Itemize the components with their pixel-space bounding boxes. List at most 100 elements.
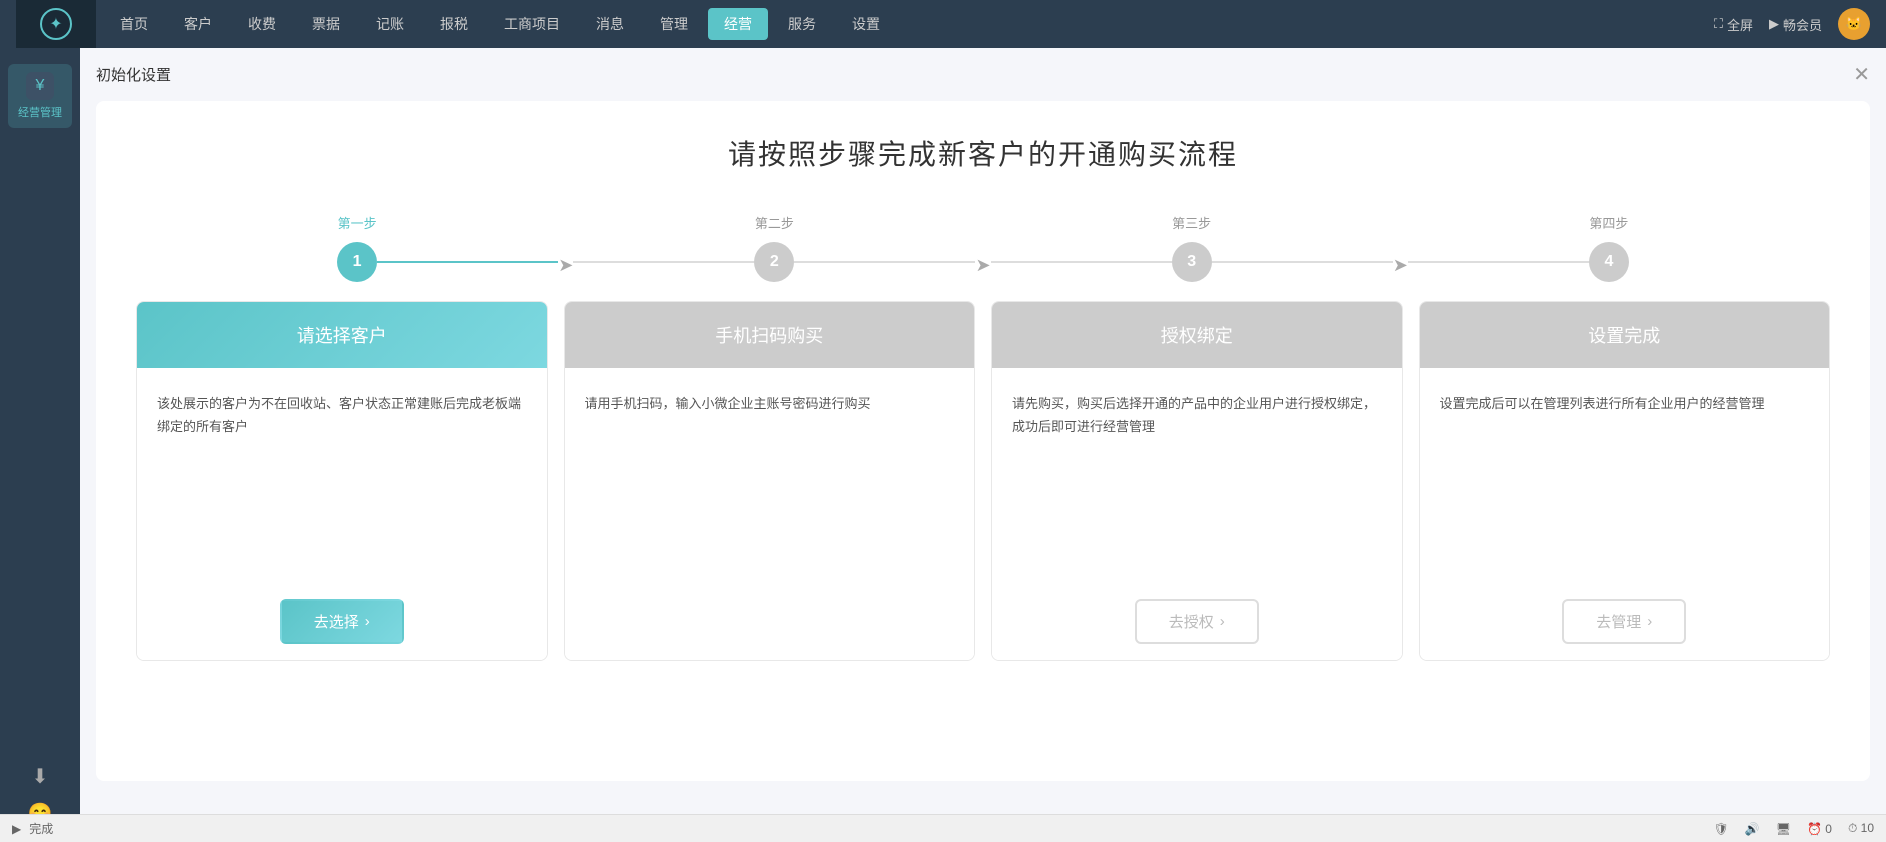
go-authorize-label: 去授权 [1169, 611, 1214, 632]
card-3-footer: 去授权 › [992, 583, 1402, 660]
go-select-arrow: › [365, 613, 370, 630]
step-1-label: 第一步 [338, 213, 377, 232]
main-content: 初始化设置 ✕ 请按照步骤完成新客户的开通购买流程 第一步 1 [80, 48, 1886, 842]
nav-settings[interactable]: 设置 [836, 8, 896, 40]
nav-service[interactable]: 服务 [772, 8, 832, 40]
card-3-header: 授权绑定 [992, 302, 1402, 368]
card-step-2: 手机扫码购买 请用手机扫码，输入小微企业主账号密码进行购买 [564, 301, 976, 661]
nav-tax[interactable]: 报税 [424, 8, 484, 40]
page-title: 初始化设置 [96, 64, 171, 85]
card-1-text: 该处展示的客户为不在回收站、客户状态正常建账后完成老板端绑定的所有客户 [157, 396, 521, 434]
card-1-header: 请选择客户 [137, 302, 547, 368]
nav-bookkeeping[interactable]: 记账 [360, 8, 420, 40]
nav-message[interactable]: 消息 [580, 8, 640, 40]
timer-10: ⏱ 10 [1848, 821, 1874, 836]
fullscreen-label: 全屏 [1727, 15, 1753, 34]
connector-2a [573, 261, 754, 263]
nav-operation[interactable]: 经营 [708, 8, 768, 40]
fullscreen-button[interactable]: ⛶ 全屏 [1714, 15, 1753, 34]
nav-fee[interactable]: 收费 [232, 8, 292, 40]
avatar[interactable]: 🐱 [1838, 8, 1870, 40]
card-1-footer: 去选择 › [137, 583, 547, 660]
go-manage-arrow: › [1647, 613, 1652, 630]
arrow-2: ➤ [975, 213, 990, 285]
card-2-body: 请用手机扫码，输入小微企业主账号密码进行购买 [565, 368, 975, 628]
go-select-label: 去选择 [314, 611, 359, 632]
main-layout: ¥ 经营管理 ⬇ 😊 初始化设置 ✕ 请按照步骤完成新客户的开通购买流程 第一步 [0, 48, 1886, 842]
connector-1 [377, 261, 558, 263]
avatar-icon: 🐱 [1846, 16, 1862, 32]
status-text: 完成 [29, 820, 53, 837]
close-button[interactable]: ✕ [1853, 65, 1870, 85]
card-step-4: 设置完成 设置完成后可以在管理列表进行所有企业用户的经营管理 去管理 › [1419, 301, 1831, 661]
card-1-title: 请选择客户 [297, 326, 387, 346]
card-2-title: 手机扫码购买 [715, 326, 823, 346]
sidebar: ¥ 经营管理 ⬇ 😊 [0, 48, 80, 842]
step-3-circle-row: 3 [991, 242, 1393, 282]
go-authorize-arrow: › [1220, 613, 1225, 630]
arrow-1: ➤ [558, 213, 573, 285]
sidebar-item-operation[interactable]: ¥ 经营管理 [8, 64, 72, 128]
go-manage-button[interactable]: 去管理 › [1562, 599, 1686, 644]
card-1-body: 该处展示的客户为不在回收站、客户状态正常建账后完成老板端绑定的所有客户 [137, 368, 547, 583]
card-4-header: 设置完成 [1420, 302, 1830, 368]
card-2-text: 请用手机扫码，输入小微企业主账号密码进行购买 [585, 396, 871, 411]
step-2-header: 第二步 2 [573, 213, 975, 285]
vip-label: 畅会员 [1783, 15, 1822, 34]
fullscreen-icon: ⛶ [1714, 16, 1723, 32]
step-1-header: 第一步 1 [156, 213, 558, 285]
step-2-circle-row: 2 [573, 242, 975, 282]
cards-row: 请选择客户 该处展示的客户为不在回收站、客户状态正常建账后完成老板端绑定的所有客… [136, 301, 1830, 661]
step-4-header: 第四步 4 [1408, 213, 1810, 285]
app-logo: ✦ [40, 8, 72, 40]
card-4-title: 设置完成 [1588, 326, 1660, 346]
step-3-header: 第三步 3 [991, 213, 1393, 285]
step-4-number: 4 [1589, 242, 1629, 282]
top-navigation: ✦ 首页 客户 收费 票据 记账 报税 工商项目 消息 管理 经营 服务 设置 … [0, 0, 1886, 48]
step-2-label: 第二步 [755, 213, 794, 232]
arrow-3: ➤ [1393, 213, 1408, 285]
operation-icon: ¥ [26, 72, 54, 100]
status-bar-right: 🛡 🔊 🖥 ⏰ 0 ⏱ 10 [1714, 821, 1874, 836]
download-icon[interactable]: ⬇ [32, 764, 49, 789]
card-3-title: 授权绑定 [1161, 326, 1233, 346]
nav-right: ⛶ 全屏 ▶ 畅会员 🐱 [1714, 8, 1870, 40]
card-2-header: 手机扫码购买 [565, 302, 975, 368]
step-2-number: 2 [754, 242, 794, 282]
go-authorize-button[interactable]: 去授权 › [1135, 599, 1259, 644]
steps-container: 请按照步骤完成新客户的开通购买流程 第一步 1 ➤ [96, 101, 1870, 781]
logo-area: ✦ [16, 0, 96, 48]
timer-0: ⏰ 0 [1807, 822, 1832, 836]
steps-track: 第一步 1 ➤ 第二步 [136, 213, 1830, 285]
steps-heading: 请按照步骤完成新客户的开通购买流程 [136, 133, 1830, 173]
card-4-body: 设置完成后可以在管理列表进行所有企业用户的经营管理 [1420, 368, 1830, 583]
nav-client[interactable]: 客户 [168, 8, 228, 40]
nav-manage[interactable]: 管理 [644, 8, 704, 40]
card-3-body: 请先购买，购买后选择开通的产品中的企业用户进行授权绑定，成功后即可进行经营管理 [992, 368, 1402, 583]
screen-icon: 🖥 [1776, 822, 1791, 836]
page-header: 初始化设置 ✕ [96, 64, 1870, 85]
go-select-button[interactable]: 去选择 › [280, 599, 404, 644]
connector-4a [1408, 261, 1589, 263]
card-2-footer [565, 628, 975, 660]
connector-2b [794, 261, 975, 263]
card-step-3: 授权绑定 请先购买，购买后选择开通的产品中的企业用户进行授权绑定，成功后即可进行… [991, 301, 1403, 661]
play-icon: ▶ [1769, 16, 1779, 32]
card-3-text: 请先购买，购买后选择开通的产品中的企业用户进行授权绑定，成功后即可进行经营管理 [1012, 396, 1376, 434]
step-4-label: 第四步 [1589, 213, 1628, 232]
connector-3b [1212, 261, 1393, 263]
step-1-number: 1 [337, 242, 377, 282]
step-1-circle-row: 1 [156, 242, 558, 282]
step-3-number: 3 [1172, 242, 1212, 282]
nav-items: 首页 客户 收费 票据 记账 报税 工商项目 消息 管理 经营 服务 设置 [104, 8, 1714, 40]
card-4-footer: 去管理 › [1420, 583, 1830, 660]
connector-3a [991, 261, 1172, 263]
nav-business[interactable]: 工商项目 [488, 8, 576, 40]
nav-invoice[interactable]: 票据 [296, 8, 356, 40]
vip-button[interactable]: ▶ 畅会员 [1769, 15, 1822, 34]
nav-home[interactable]: 首页 [104, 8, 164, 40]
status-bar: ▶ 完成 🛡 🔊 🖥 ⏰ 0 ⏱ 10 [0, 814, 1886, 842]
shield-icon: 🛡 [1714, 822, 1729, 836]
step-3-label: 第三步 [1172, 213, 1211, 232]
card-step-1: 请选择客户 该处展示的客户为不在回收站、客户状态正常建账后完成老板端绑定的所有客… [136, 301, 548, 661]
